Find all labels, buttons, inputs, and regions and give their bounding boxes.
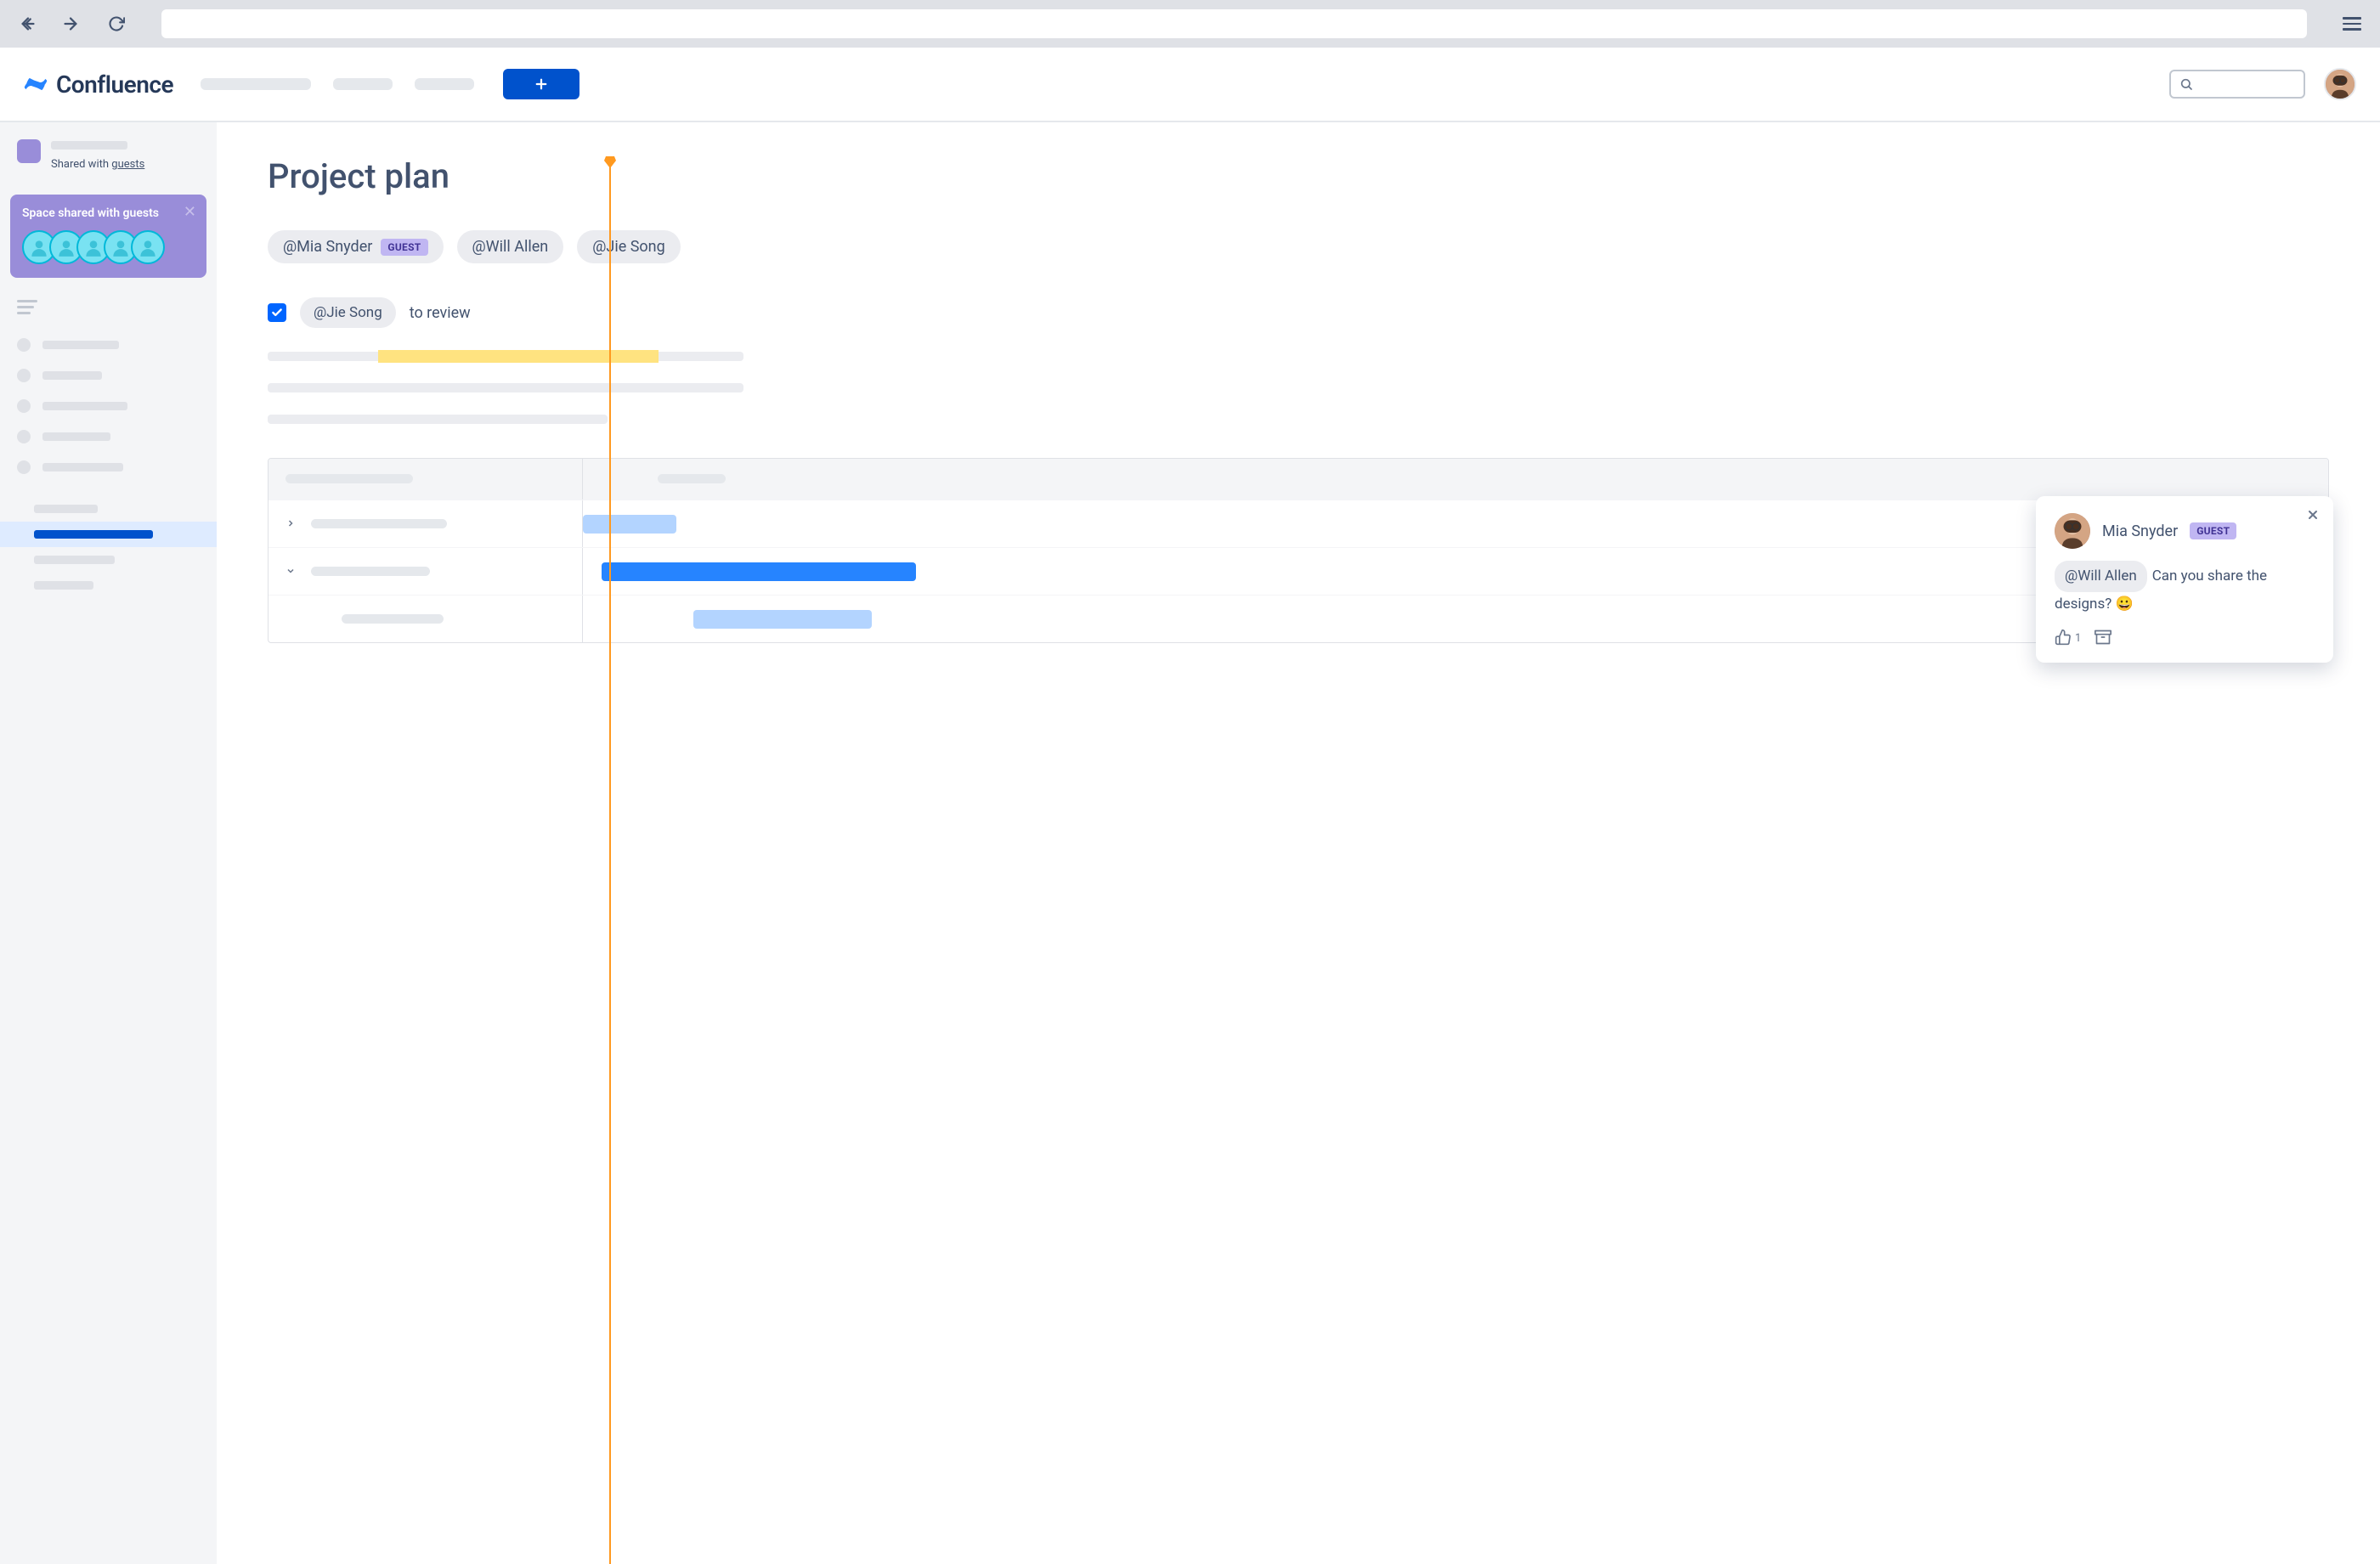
page-title: Project plan bbox=[268, 156, 2329, 196]
sidebar-item[interactable] bbox=[17, 421, 200, 452]
like-button[interactable] bbox=[2055, 629, 2072, 649]
page-tree bbox=[0, 493, 217, 601]
page-tree-item[interactable] bbox=[17, 547, 200, 573]
search-input[interactable] bbox=[2169, 70, 2305, 99]
sidebar-item[interactable] bbox=[17, 330, 200, 360]
guest-badge: GUEST bbox=[381, 239, 427, 256]
guest-banner: Space shared with guests ✕ bbox=[10, 195, 206, 278]
space-header[interactable]: Shared with guests bbox=[0, 139, 217, 186]
task-checkbox[interactable] bbox=[268, 303, 286, 322]
chevron-right-icon[interactable] bbox=[285, 516, 297, 532]
app-header: Confluence bbox=[0, 48, 2380, 122]
comment-card: Mia Snyder GUEST @Will AllenCan you shar… bbox=[2036, 496, 2333, 663]
profile-avatar[interactable] bbox=[2324, 68, 2356, 100]
space-icon bbox=[17, 139, 41, 163]
confluence-logo[interactable]: Confluence bbox=[24, 71, 173, 99]
sidebar-item[interactable] bbox=[17, 391, 200, 421]
comment-body: @Will AllenCan you share the designs? 😀 bbox=[2055, 561, 2315, 617]
confluence-logo-icon bbox=[24, 72, 48, 96]
mention-chip[interactable]: @Will Allen bbox=[457, 230, 564, 263]
gantt-bar[interactable] bbox=[693, 610, 872, 629]
browser-menu-icon[interactable] bbox=[2339, 11, 2365, 37]
today-line bbox=[609, 458, 611, 643]
text-highlight bbox=[378, 350, 659, 363]
nav-placeholder bbox=[201, 78, 474, 90]
app-name: Confluence bbox=[56, 71, 173, 99]
page-tree-item[interactable] bbox=[17, 496, 200, 522]
space-name-placeholder bbox=[51, 141, 127, 150]
guests-link[interactable]: guests bbox=[111, 158, 144, 171]
close-icon[interactable]: ✕ bbox=[184, 203, 196, 221]
comment-author-name: Mia Snyder bbox=[2102, 522, 2178, 540]
thumbs-up-icon bbox=[2055, 629, 2072, 646]
archive-icon bbox=[2095, 629, 2111, 646]
url-bar[interactable] bbox=[161, 9, 2307, 38]
mention-chip[interactable]: @Will Allen bbox=[2055, 561, 2147, 592]
gantt-bar[interactable] bbox=[583, 515, 676, 534]
task-item: @Jie Song to review bbox=[268, 297, 2329, 328]
sidebar-item[interactable] bbox=[17, 360, 200, 391]
timeline-row[interactable] bbox=[269, 595, 2328, 642]
create-button[interactable] bbox=[503, 69, 579, 99]
sidebar-item[interactable] bbox=[17, 452, 200, 483]
mention-chip[interactable]: @Jie Song bbox=[577, 230, 680, 263]
reload-button[interactable] bbox=[104, 11, 129, 37]
mention-chip[interactable]: @Mia Snyder GUEST bbox=[268, 230, 444, 263]
paragraph-placeholder bbox=[268, 352, 2329, 424]
guest-banner-title: Space shared with guests bbox=[22, 206, 195, 220]
mention-row: @Mia Snyder GUEST @Will Allen @Jie Song bbox=[268, 230, 2329, 263]
comment-author-avatar[interactable] bbox=[2055, 513, 2090, 549]
back-button[interactable] bbox=[15, 11, 41, 37]
browser-chrome bbox=[0, 0, 2380, 48]
shared-with-label: Shared with guests bbox=[51, 158, 144, 171]
sidebar: Shared with guests Space shared with gue… bbox=[0, 122, 217, 1564]
page-tree-item-active[interactable] bbox=[0, 522, 217, 547]
page-tree-item[interactable] bbox=[17, 573, 200, 598]
guest-badge: GUEST bbox=[2190, 522, 2236, 539]
check-icon bbox=[271, 307, 283, 319]
forward-button[interactable] bbox=[58, 11, 83, 37]
timeline-row[interactable] bbox=[269, 547, 2328, 595]
guest-avatar-stack[interactable] bbox=[22, 230, 195, 264]
plus-icon bbox=[534, 76, 549, 92]
close-icon[interactable] bbox=[2306, 508, 2320, 525]
page-content: Project plan @Mia Snyder GUEST @Will All… bbox=[217, 122, 2380, 1564]
overview-icon[interactable] bbox=[17, 300, 200, 314]
sidebar-nav bbox=[0, 290, 217, 493]
gantt-bar[interactable] bbox=[602, 562, 916, 581]
like-count: 1 bbox=[2075, 632, 2081, 645]
archive-button[interactable] bbox=[2095, 629, 2111, 649]
timeline-table bbox=[268, 458, 2329, 643]
mention-chip[interactable]: @Jie Song bbox=[300, 297, 396, 328]
search-icon bbox=[2179, 77, 2193, 91]
chevron-down-icon[interactable] bbox=[285, 563, 297, 579]
timeline-row[interactable] bbox=[269, 500, 2328, 547]
task-text: to review bbox=[410, 304, 471, 322]
